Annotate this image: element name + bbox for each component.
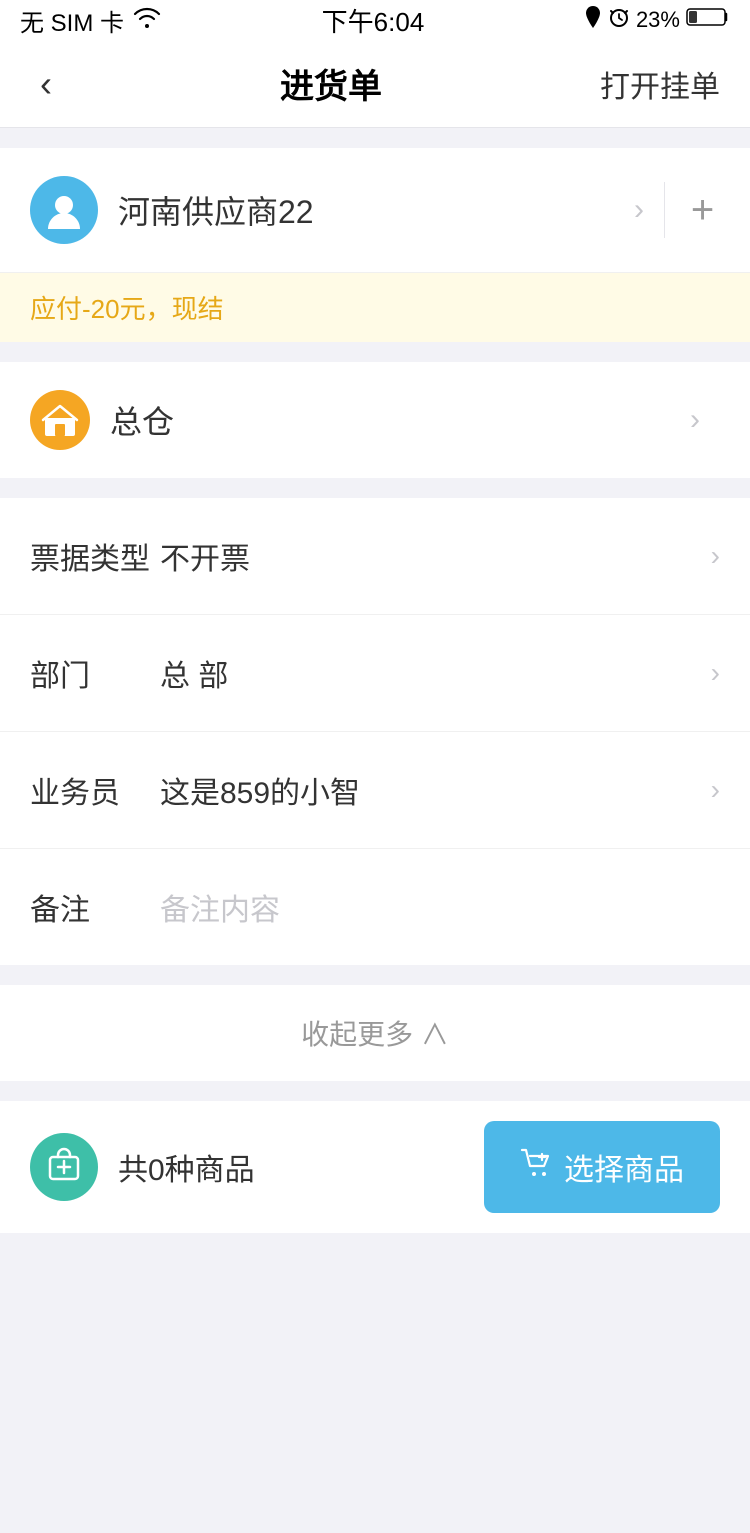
wifi-icon	[132, 6, 162, 35]
invoice-type-value: 不开票	[160, 534, 701, 578]
open-pending-button[interactable]: 打开挂单	[600, 62, 720, 106]
add-supplier-button[interactable]: +	[664, 182, 720, 238]
invoice-type-label: 票据类型	[30, 534, 160, 578]
supplier-avatar	[30, 176, 98, 244]
remark-label: 备注	[30, 885, 160, 929]
product-count: 共0种商品	[118, 1145, 464, 1189]
select-product-button[interactable]: 选择商品	[484, 1121, 720, 1213]
collapse-row[interactable]: 收起更多 ∧	[0, 985, 750, 1081]
battery-icon	[686, 6, 730, 34]
salesperson-value: 这是859的小智	[160, 768, 701, 812]
section-gap-1	[0, 128, 750, 148]
invoice-type-arrow-icon: ›	[711, 540, 720, 572]
page-title: 进货单	[280, 59, 382, 108]
status-right: 23%	[584, 5, 730, 35]
status-time: 下午6:04	[322, 2, 425, 39]
product-icon	[30, 1133, 98, 1201]
location-icon	[584, 5, 602, 35]
form-row-remark[interactable]: 备注 备注内容	[0, 849, 750, 965]
alarm-icon	[608, 6, 630, 34]
warehouse-icon	[30, 390, 90, 450]
bottom-toolbar: 共0种商品 选择商品	[0, 1101, 750, 1233]
section-gap-2	[0, 342, 750, 362]
main-background	[0, 1233, 750, 1533]
notice-bar: 应付-20元，现结	[0, 273, 750, 342]
form-row-invoice-type[interactable]: 票据类型 不开票 ›	[0, 498, 750, 615]
department-value: 总 部	[160, 651, 701, 695]
collapse-label: 收起更多 ∧	[301, 1019, 449, 1050]
cart-icon	[520, 1148, 552, 1186]
carrier-label: 无 SIM 卡	[20, 3, 124, 38]
supplier-arrow-icon: ›	[634, 193, 644, 227]
form-row-salesperson[interactable]: 业务员 这是859的小智 ›	[0, 732, 750, 849]
supplier-row[interactable]: 河南供应商22 › +	[0, 148, 750, 273]
form-row-department[interactable]: 部门 总 部 ›	[0, 615, 750, 732]
select-product-label: 选择商品	[564, 1145, 684, 1189]
battery-percent: 23%	[636, 7, 680, 33]
warehouse-name: 总仓	[110, 397, 690, 443]
warehouse-arrow-icon: ›	[690, 403, 700, 437]
department-label: 部门	[30, 651, 160, 695]
status-left: 无 SIM 卡	[20, 3, 162, 38]
remark-value[interactable]: 备注内容	[160, 885, 720, 929]
nav-bar: ‹ 进货单 打开挂单	[0, 40, 750, 128]
status-bar: 无 SIM 卡 下午6:04 23%	[0, 0, 750, 40]
warehouse-row[interactable]: 总仓 ›	[0, 362, 750, 478]
salesperson-label: 业务员	[30, 768, 160, 812]
supplier-name: 河南供应商22	[118, 187, 634, 233]
back-button[interactable]: ‹	[30, 56, 62, 112]
salesperson-arrow-icon: ›	[711, 774, 720, 806]
department-arrow-icon: ›	[711, 657, 720, 689]
notice-text: 应付-20元，现结	[30, 294, 224, 324]
form-block: 票据类型 不开票 › 部门 总 部 › 业务员 这是859的小智 › 备注 备注…	[0, 498, 750, 965]
